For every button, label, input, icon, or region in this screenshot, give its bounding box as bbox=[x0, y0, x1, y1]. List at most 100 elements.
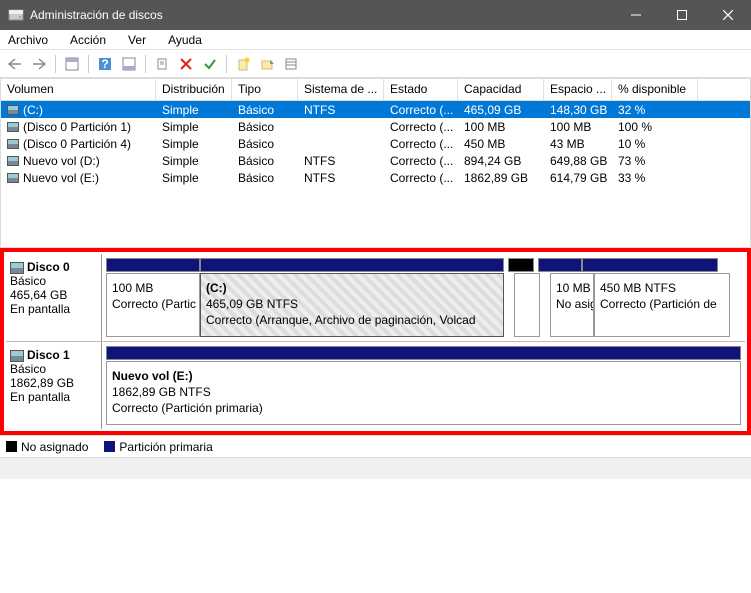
cell: Correcto (... bbox=[384, 103, 458, 117]
cell: Básico bbox=[232, 154, 298, 168]
legend-primary: Partición primaria bbox=[104, 440, 212, 454]
partition-stripe bbox=[106, 346, 741, 360]
list-button[interactable] bbox=[280, 53, 302, 75]
partition-block[interactable]: (C:)465,09 GB NTFSCorrecto (Arranque, Ar… bbox=[200, 273, 504, 337]
cell: NTFS bbox=[298, 103, 384, 117]
volume-icon bbox=[7, 105, 19, 115]
partition-stripe bbox=[508, 258, 534, 272]
menu-accion[interactable]: Acción bbox=[66, 32, 110, 48]
cell: Correcto (... bbox=[384, 120, 458, 134]
partition-stripe bbox=[538, 258, 582, 272]
partition-block[interactable]: 100 MBCorrecto (Partic bbox=[106, 273, 200, 337]
cell: Correcto (... bbox=[384, 171, 458, 185]
app-icon bbox=[8, 7, 24, 23]
partition-stripe bbox=[106, 258, 200, 272]
partition-stripe bbox=[582, 258, 718, 272]
cell: 32 % bbox=[612, 103, 698, 117]
cell: 73 % bbox=[612, 154, 698, 168]
help-button[interactable]: ? bbox=[94, 53, 116, 75]
col-capacidad[interactable]: Capacidad bbox=[458, 79, 544, 100]
disk-status: En pantalla bbox=[10, 302, 97, 316]
window-titlebar: Administración de discos bbox=[0, 0, 751, 30]
disk-icon bbox=[10, 262, 24, 274]
disk-size: 465,64 GB bbox=[10, 288, 97, 302]
col-volumen[interactable]: Volumen bbox=[1, 79, 156, 100]
cell: NTFS bbox=[298, 171, 384, 185]
cell: Correcto (... bbox=[384, 154, 458, 168]
cell: 10 % bbox=[612, 137, 698, 151]
cell: 148,30 GB bbox=[544, 103, 612, 117]
cell: Simple bbox=[156, 154, 232, 168]
disk-row-1[interactable]: Disco 1 Básico 1862,89 GB En pantalla Nu… bbox=[6, 342, 745, 429]
table-row[interactable]: (Disco 0 Partición 1)SimpleBásicoCorrect… bbox=[1, 118, 750, 135]
menu-archivo[interactable]: Archivo bbox=[4, 32, 52, 48]
legend-label: Partición primaria bbox=[119, 440, 212, 454]
view-top-button[interactable] bbox=[61, 53, 83, 75]
cell: 100 MB bbox=[458, 120, 544, 134]
delete-button[interactable] bbox=[175, 53, 197, 75]
partition-title: Nuevo vol (E:) bbox=[112, 369, 193, 383]
partition-color-bar bbox=[106, 346, 741, 360]
cell: 33 % bbox=[612, 171, 698, 185]
cell: Simple bbox=[156, 120, 232, 134]
minimize-button[interactable] bbox=[613, 0, 659, 30]
toolbar-separator bbox=[88, 55, 89, 73]
partition-stripe bbox=[200, 258, 504, 272]
col-pct[interactable]: % disponible bbox=[612, 79, 698, 100]
cell: 100 % bbox=[612, 120, 698, 134]
action-button[interactable] bbox=[256, 53, 278, 75]
disk-type: Básico bbox=[10, 362, 97, 376]
disk-row-0[interactable]: Disco 0 Básico 465,64 GB En pantalla 100… bbox=[6, 254, 745, 342]
cell: NTFS bbox=[298, 154, 384, 168]
grid-body: (C:)SimpleBásicoNTFSCorrecto (...465,09 … bbox=[1, 101, 750, 247]
col-distribucion[interactable]: Distribución bbox=[156, 79, 232, 100]
view-bottom-button[interactable] bbox=[118, 53, 140, 75]
partition-color-bar bbox=[106, 258, 741, 272]
cell: 100 MB bbox=[544, 120, 612, 134]
new-button[interactable] bbox=[232, 53, 254, 75]
disk-icon bbox=[10, 350, 24, 362]
partition-block[interactable]: 10 MBNo asig bbox=[550, 273, 594, 337]
col-estado[interactable]: Estado bbox=[384, 79, 458, 100]
partition-block[interactable]: Nuevo vol (E:) 1862,89 GB NTFS Correcto … bbox=[106, 361, 741, 425]
swatch-blue-icon bbox=[104, 441, 115, 452]
col-espacio[interactable]: Espacio ... bbox=[544, 79, 612, 100]
menu-ver[interactable]: Ver bbox=[124, 32, 150, 48]
cell: Básico bbox=[232, 137, 298, 151]
col-tipo[interactable]: Tipo bbox=[232, 79, 298, 100]
partition-block[interactable] bbox=[514, 273, 540, 337]
cell: Básico bbox=[232, 103, 298, 117]
cell: (C:) bbox=[1, 103, 156, 117]
table-row[interactable]: (Disco 0 Partición 4)SimpleBásicoCorrect… bbox=[1, 135, 750, 152]
toolbar-separator bbox=[226, 55, 227, 73]
check-button[interactable] bbox=[199, 53, 221, 75]
cell: 1862,89 GB bbox=[458, 171, 544, 185]
back-button[interactable] bbox=[4, 53, 26, 75]
disk-partitions: Nuevo vol (E:) 1862,89 GB NTFS Correcto … bbox=[102, 342, 745, 429]
forward-button[interactable] bbox=[28, 53, 50, 75]
swatch-black-icon bbox=[6, 441, 17, 452]
cell: 614,79 GB bbox=[544, 171, 612, 185]
col-sistema[interactable]: Sistema de ... bbox=[298, 79, 384, 100]
volume-grid: Volumen Distribución Tipo Sistema de ...… bbox=[0, 78, 751, 248]
cell: (Disco 0 Partición 1) bbox=[1, 120, 156, 134]
table-row[interactable]: Nuevo vol (D:)SimpleBásicoNTFSCorrecto (… bbox=[1, 152, 750, 169]
partition-descriptions: 100 MBCorrecto (Partic(C:)465,09 GB NTFS… bbox=[106, 273, 741, 337]
close-button[interactable] bbox=[705, 0, 751, 30]
legend: No asignado Partición primaria bbox=[0, 435, 751, 457]
cell: Básico bbox=[232, 171, 298, 185]
partition-block[interactable]: 450 MB NTFSCorrecto (Partición de bbox=[594, 273, 730, 337]
toolbar: ? bbox=[0, 50, 751, 78]
volume-icon bbox=[7, 156, 19, 166]
table-row[interactable]: (C:)SimpleBásicoNTFSCorrecto (...465,09 … bbox=[1, 101, 750, 118]
svg-text:?: ? bbox=[101, 57, 108, 71]
disk-status: En pantalla bbox=[10, 390, 97, 404]
cell: 43 MB bbox=[544, 137, 612, 151]
maximize-button[interactable] bbox=[659, 0, 705, 30]
legend-label: No asignado bbox=[21, 440, 88, 454]
properties-button[interactable] bbox=[151, 53, 173, 75]
table-row[interactable]: Nuevo vol (E:)SimpleBásicoNTFSCorrecto (… bbox=[1, 169, 750, 186]
status-bar bbox=[0, 457, 751, 479]
cell: 450 MB bbox=[458, 137, 544, 151]
menu-ayuda[interactable]: Ayuda bbox=[164, 32, 206, 48]
